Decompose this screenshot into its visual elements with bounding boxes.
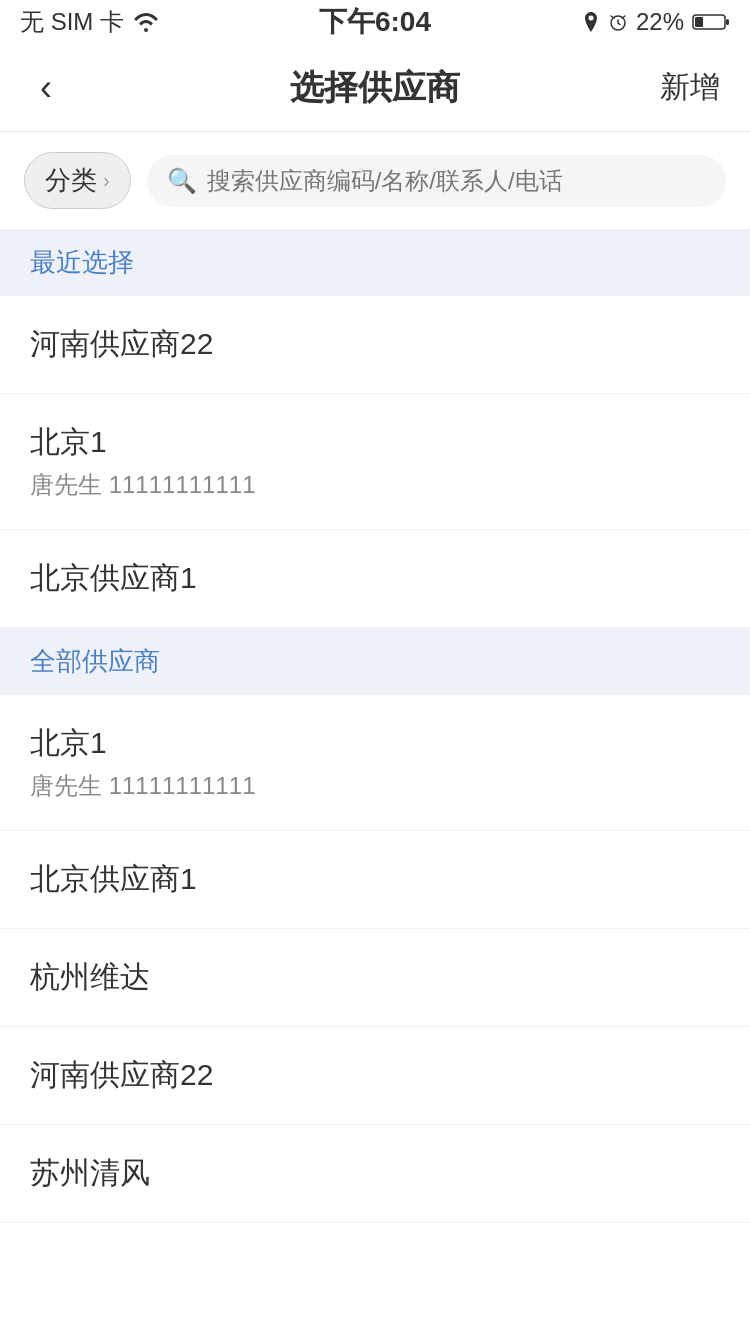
category-label: 分类 [45, 163, 97, 198]
status-left: 无 SIM 卡 [20, 6, 160, 38]
status-right: 22% [582, 8, 730, 36]
item-name: 北京1 [30, 723, 720, 764]
status-time: 下午6:04 [319, 3, 431, 41]
item-sub: 唐先生 11111111111 [30, 469, 720, 501]
svg-rect-2 [726, 19, 729, 25]
item-name: 北京供应商1 [30, 558, 720, 599]
search-icon: 🔍 [167, 167, 197, 195]
nav-title: 选择供应商 [290, 65, 460, 111]
search-input[interactable] [207, 167, 706, 195]
sim-label: 无 SIM 卡 [20, 6, 124, 38]
item-name: 北京供应商1 [30, 859, 720, 900]
wifi-icon [132, 12, 160, 32]
recent-section-label: 最近选择 [30, 247, 134, 277]
recent-section-header: 最近选择 [0, 229, 750, 296]
list-item[interactable]: 杭州维达 [0, 929, 750, 1027]
battery-icon [692, 12, 730, 32]
search-bar: 分类 › 🔍 [0, 132, 750, 229]
nav-bar: ‹ 选择供应商 新增 [0, 44, 750, 132]
status-bar: 无 SIM 卡 下午6:04 22% [0, 0, 750, 44]
item-name: 河南供应商22 [30, 324, 720, 365]
add-button[interactable]: 新增 [660, 67, 720, 108]
list-item[interactable]: 北京供应商1 [0, 831, 750, 929]
battery-label: 22% [636, 8, 684, 36]
recent-list: 河南供应商22 北京1 唐先生 11111111111 北京供应商1 [0, 296, 750, 628]
back-button[interactable]: ‹ [30, 57, 62, 119]
list-item[interactable]: 北京供应商1 [0, 530, 750, 628]
category-button[interactable]: 分类 › [24, 152, 131, 209]
item-name: 杭州维达 [30, 957, 720, 998]
svg-rect-3 [695, 17, 703, 27]
list-item[interactable]: 河南供应商22 [0, 296, 750, 394]
all-list: 北京1 唐先生 11111111111 北京供应商1 杭州维达河南供应商22 苏州清风 [0, 695, 750, 1223]
item-name: 苏州清风 [30, 1153, 720, 1194]
chevron-right-icon: › [103, 169, 110, 192]
location-icon [582, 12, 600, 32]
item-sub: 唐先生 11111111111 [30, 770, 720, 802]
list-item[interactable]: 苏州清风 [0, 1125, 750, 1223]
alarm-icon [608, 12, 628, 32]
all-section-header: 全部供应商 [0, 628, 750, 695]
list-item[interactable]: 北京1 唐先生 11111111111 [0, 695, 750, 831]
list-item[interactable]: 北京1 唐先生 11111111111 [0, 394, 750, 530]
item-name: 北京1 [30, 422, 720, 463]
item-name: 河南供应商22 [30, 1055, 720, 1096]
search-input-wrap: 🔍 [147, 155, 726, 207]
all-section-label: 全部供应商 [30, 646, 160, 676]
list-item[interactable]: 河南供应商22 [0, 1027, 750, 1125]
